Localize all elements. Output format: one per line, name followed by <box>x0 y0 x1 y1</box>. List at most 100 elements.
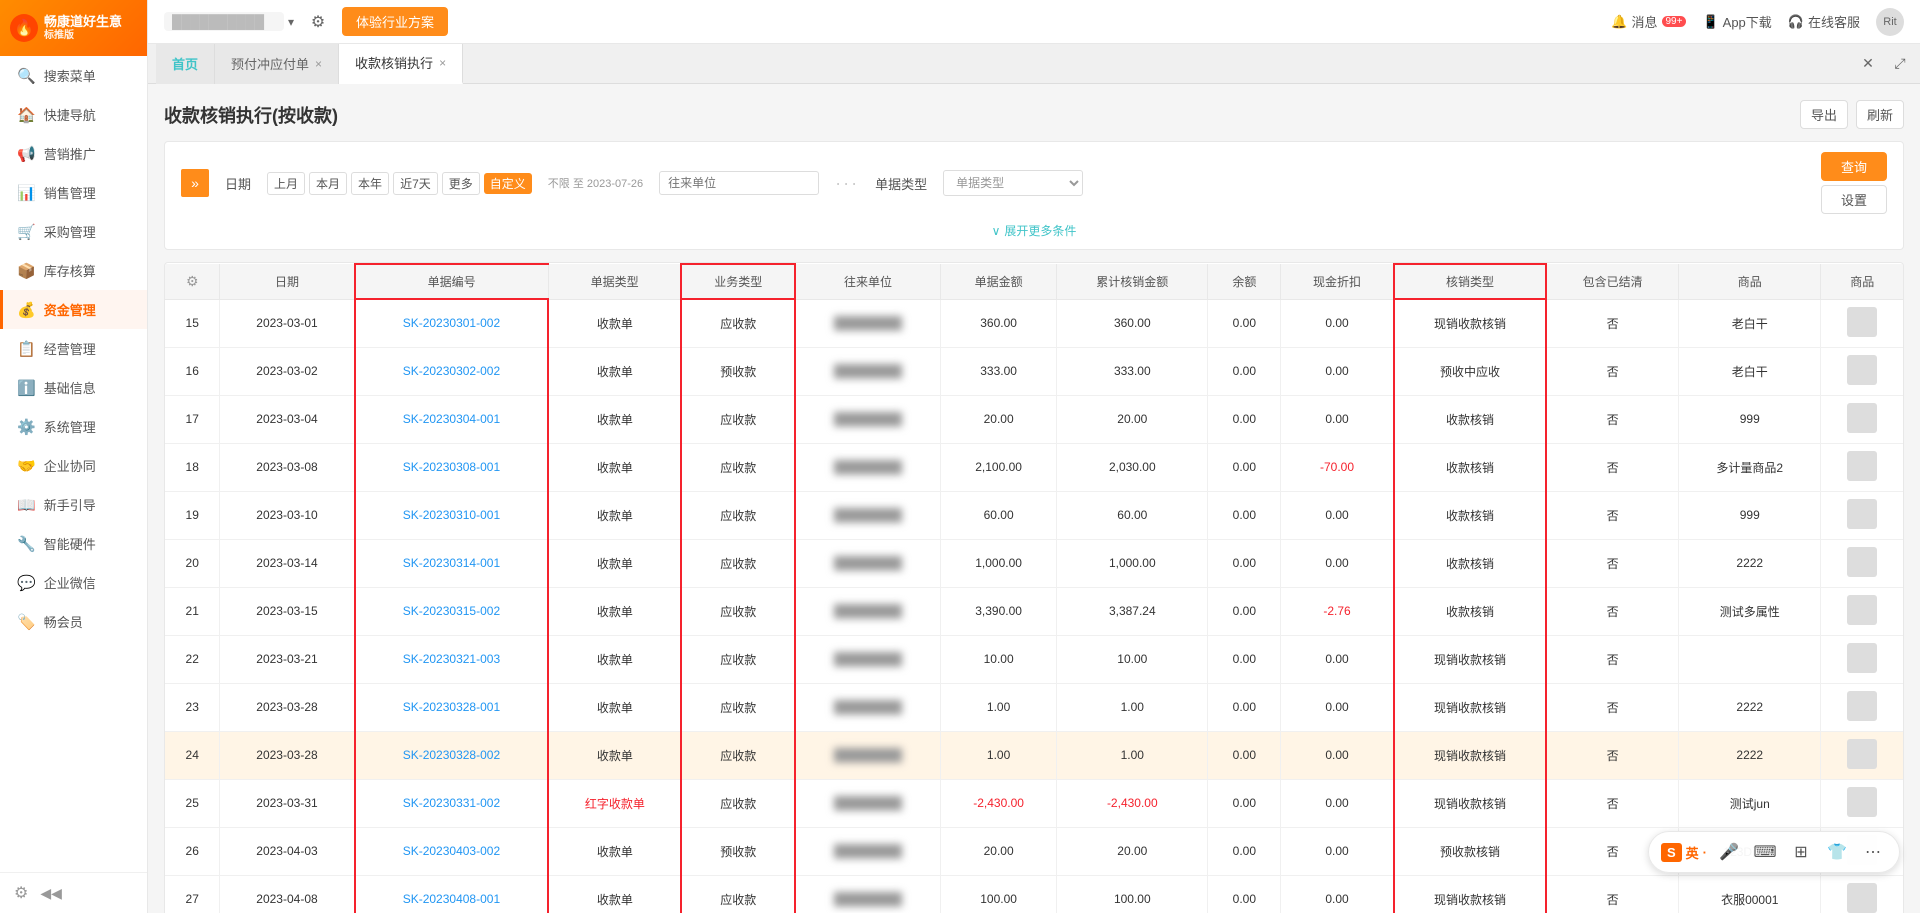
sidebar-item-finance[interactable]: 💰 资金管理 <box>0 290 147 329</box>
sidebar-label: 基础信息 <box>44 378 96 397</box>
sidebar-item-quick-nav[interactable]: 🏠 快捷导航 <box>0 95 147 134</box>
td-amount: 1,000.00 <box>940 539 1056 587</box>
date-more-btn[interactable]: 更多 <box>442 172 480 195</box>
data-table: ⚙ 日期 单据编号 单据类型 业务类型 往来单位 单据金额 累计核销金额 余额 … <box>165 263 1903 913</box>
dot-icon: · <box>1703 845 1707 860</box>
td-amount: 60.00 <box>940 491 1056 539</box>
td-goods-img <box>1821 587 1903 635</box>
voucher-type-select[interactable]: 单据类型 <box>943 170 1083 196</box>
query-button[interactable]: 查询 <box>1821 152 1887 181</box>
solution-button[interactable]: 体验行业方案 <box>342 7 448 36</box>
apps-btn[interactable]: ⋯ <box>1859 838 1887 866</box>
td-partner: ████████ <box>795 443 940 491</box>
td-voucher-type: 收款单 <box>548 395 681 443</box>
workspace-selector[interactable]: ██████████ ▾ <box>164 12 294 31</box>
td-goods: 老白干 <box>1679 347 1821 395</box>
table-row: 27 2023-04-08 SK-20230408-001 收款单 应收款 ██… <box>165 875 1903 913</box>
topbar-gear-btn[interactable]: ⚙ <box>304 8 332 36</box>
date-custom-btn[interactable]: 自定义 <box>484 173 532 194</box>
collapse-icon[interactable]: ◀◀ <box>40 885 62 902</box>
td-cancel-type: 收款核销 <box>1394 395 1547 443</box>
app-download-btn[interactable]: 📱 App下载 <box>1702 12 1771 31</box>
notification-btn[interactable]: 🔔 消息 99+ <box>1611 12 1686 31</box>
sidebar-item-search[interactable]: 🔍 搜索菜单 <box>0 56 147 95</box>
goods-thumbnail <box>1847 547 1877 577</box>
table-row: 18 2023-03-08 SK-20230308-001 收款单 应收款 ██… <box>165 443 1903 491</box>
grid-btn[interactable]: ⊞ <box>1787 838 1815 866</box>
voucher-no-link[interactable]: SK-20230315-002 <box>403 604 500 618</box>
online-service-btn[interactable]: 🎧 在线客服 <box>1788 12 1860 31</box>
th-verified-amount: 累计核销金额 <box>1057 264 1208 299</box>
td-partner: ████████ <box>795 827 940 875</box>
sidebar-item-basic[interactable]: ℹ️ 基础信息 <box>0 368 147 407</box>
mic-btn[interactable]: 🎤 <box>1715 838 1743 866</box>
date-prev-month-btn[interactable]: 上月 <box>267 172 305 195</box>
export-button[interactable]: 导出 <box>1800 100 1848 129</box>
date-cur-month-btn[interactable]: 本月 <box>309 172 347 195</box>
sidebar-item-sales[interactable]: 📊 销售管理 <box>0 173 147 212</box>
td-seq: 21 <box>165 587 220 635</box>
mgmt-icon: 📋 <box>17 340 36 358</box>
tab-prepay[interactable]: 预付冲应付单 × <box>215 44 339 84</box>
refresh-button[interactable]: 刷新 <box>1856 100 1904 129</box>
sidebar-item-management[interactable]: 📋 经营管理 <box>0 329 147 368</box>
user-avatar[interactable]: Rit <box>1876 8 1904 36</box>
partner-input[interactable] <box>659 171 819 195</box>
voucher-no-link[interactable]: SK-20230403-002 <box>403 844 500 858</box>
voucher-no-link[interactable]: SK-20230302-002 <box>403 364 500 378</box>
page-title: 收款核销执行(按收款) <box>164 102 338 128</box>
voucher-no-link[interactable]: SK-20230304-001 <box>403 412 500 426</box>
sidebar-item-member[interactable]: 🏷️ 畅会员 <box>0 602 147 641</box>
td-partner: ████████ <box>795 683 940 731</box>
tab-collection[interactable]: 收款核销执行 × <box>339 44 463 84</box>
td-goods-img <box>1821 539 1903 587</box>
sidebar-item-inventory[interactable]: 📦 库存核算 <box>0 251 147 290</box>
table-row: 24 2023-03-28 SK-20230328-002 收款单 应收款 ██… <box>165 731 1903 779</box>
td-amount: 360.00 <box>940 299 1056 347</box>
td-date: 2023-03-15 <box>220 587 355 635</box>
sidebar-item-system[interactable]: ⚙️ 系统管理 <box>0 407 147 446</box>
sidebar-item-wechat[interactable]: 💬 企业微信 <box>0 563 147 602</box>
td-verified-amount: 360.00 <box>1057 299 1208 347</box>
tab-close-btn[interactable]: ✕ <box>1856 52 1880 76</box>
td-cash-discount: 0.00 <box>1281 875 1394 913</box>
voucher-no-link[interactable]: SK-20230408-001 <box>403 892 500 906</box>
sidebar-item-purchase[interactable]: 🛒 采购管理 <box>0 212 147 251</box>
goods-thumbnail <box>1847 403 1877 433</box>
voucher-no-link[interactable]: SK-20230308-001 <box>403 460 500 474</box>
voucher-no-link[interactable]: SK-20230301-002 <box>403 316 500 330</box>
date-7days-btn[interactable]: 近7天 <box>393 172 438 195</box>
voucher-no-link[interactable]: SK-20230331-002 <box>403 796 500 810</box>
sidebar-item-cooperation[interactable]: 🤝 企业协同 <box>0 446 147 485</box>
tab-maximize-btn[interactable]: ⤢ <box>1888 52 1912 76</box>
tab-collection-close[interactable]: × <box>439 56 446 70</box>
date-cur-year-btn[interactable]: 本年 <box>351 172 389 195</box>
table-row: 23 2023-03-28 SK-20230328-001 收款单 应收款 ██… <box>165 683 1903 731</box>
sidebar-logo: 🔥 畅康道好生意 标推版 <box>0 0 147 56</box>
tab-home[interactable]: 首页 <box>156 44 215 84</box>
td-cash-discount: -70.00 <box>1281 443 1394 491</box>
sidebar-item-guide[interactable]: 📖 新手引导 <box>0 485 147 524</box>
voucher-no-link[interactable]: SK-20230321-003 <box>403 652 500 666</box>
filter-expand-btn[interactable]: » <box>181 169 209 197</box>
th-goods: 商品 <box>1679 264 1821 299</box>
shirt-btn[interactable]: 👕 <box>1823 838 1851 866</box>
settings-icon[interactable]: ⚙ <box>14 883 28 903</box>
td-cash-discount: 0.00 <box>1281 395 1394 443</box>
td-amount: 3,390.00 <box>940 587 1056 635</box>
settings-small-button[interactable]: 设置 <box>1821 185 1887 214</box>
sidebar-item-hardware[interactable]: 🔧 智能硬件 <box>0 524 147 563</box>
sidebar-item-marketing[interactable]: 📢 营销推广 <box>0 134 147 173</box>
th-settings[interactable]: ⚙ <box>165 264 220 299</box>
voucher-no-link[interactable]: SK-20230328-002 <box>403 748 500 762</box>
td-goods: 999 <box>1679 395 1821 443</box>
td-verified-amount: 1.00 <box>1057 731 1208 779</box>
voucher-no-link[interactable]: SK-20230310-001 <box>403 508 500 522</box>
td-goods: 2222 <box>1679 731 1821 779</box>
expand-more-button[interactable]: ∨ 展开更多条件 <box>992 222 1077 239</box>
td-cancel-type: 现销收款核销 <box>1394 779 1547 827</box>
voucher-no-link[interactable]: SK-20230328-001 <box>403 700 500 714</box>
keyboard-btn[interactable]: ⌨ <box>1751 838 1779 866</box>
voucher-no-link[interactable]: SK-20230314-001 <box>403 556 500 570</box>
tab-prepay-close[interactable]: × <box>315 57 322 71</box>
